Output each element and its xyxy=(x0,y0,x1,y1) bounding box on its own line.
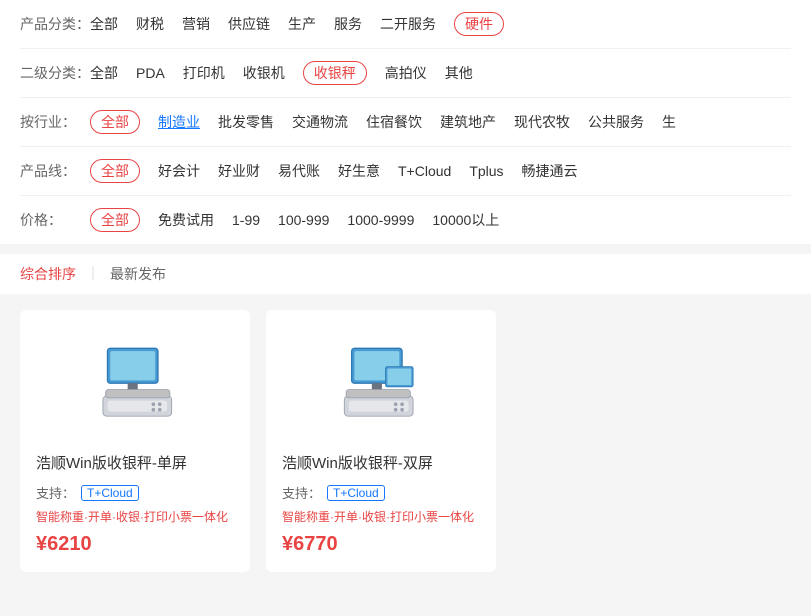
filter-item-xiandainongmu[interactable]: 现代农牧 xyxy=(514,112,570,132)
product-image-1 xyxy=(36,330,234,440)
product-title-1: 浩顺Win版收银秤-单屏 xyxy=(36,452,234,473)
product-support-label-1: 支持： xyxy=(36,483,75,502)
filter-item-sheng[interactable]: 生 xyxy=(662,112,676,132)
filter-label-product-category: 产品分类： xyxy=(20,14,90,34)
sort-item-comprehensive[interactable]: 综合排序 xyxy=(20,264,76,284)
filter-item-sec-quanbu[interactable]: 全部 xyxy=(90,63,118,83)
filter-item-pl-quanbu[interactable]: 全部 xyxy=(90,159,140,183)
product-support-label-2: 支持： xyxy=(282,483,321,502)
product-image-2 xyxy=(282,330,480,440)
filter-label-product-line: 产品线： xyxy=(20,161,90,181)
sort-bar: 综合排序 ｜ 最新发布 xyxy=(0,254,811,294)
filter-items-product-line: 全部 好会计 好业财 易代账 好生意 T+Cloud Tplus 畅捷通云 xyxy=(90,159,578,183)
product-tag-1: T+Cloud xyxy=(81,485,139,501)
filter-row-secondary-category: 二级分类： 全部 PDA 打印机 收银机 收银秤 高拍仪 其他 xyxy=(20,49,791,98)
filter-item-jiaotongwuliu[interactable]: 交通物流 xyxy=(292,112,348,132)
product-card-2[interactable]: 浩顺Win版收银秤-双屏 支持： T+Cloud 智能称重·开单·收银·打印小票… xyxy=(266,310,496,572)
filter-item-yingxiao[interactable]: 营销 xyxy=(182,14,210,34)
filter-item-gaopaiyi[interactable]: 高拍仪 xyxy=(385,63,427,83)
filter-item-zhusucanting[interactable]: 住宿餐饮 xyxy=(366,112,422,132)
filter-item-ind-quanbu[interactable]: 全部 xyxy=(90,110,140,134)
filter-row-industry: 按行业： 全部 制造业 批发零售 交通物流 住宿餐饮 建筑地产 现代农牧 公共服… xyxy=(20,98,791,147)
filter-items-industry: 全部 制造业 批发零售 交通物流 住宿餐饮 建筑地产 现代农牧 公共服务 生 xyxy=(90,110,676,134)
product-support-2: 支持： T+Cloud xyxy=(282,483,480,502)
filter-row-product-line: 产品线： 全部 好会计 好业财 易代账 好生意 T+Cloud Tplus 畅捷… xyxy=(20,147,791,196)
product-desc-2: 智能称重·开单·收银·打印小票一体化 xyxy=(282,508,480,525)
filter-item-fuwu[interactable]: 服务 xyxy=(334,14,362,34)
filter-label-industry: 按行业： xyxy=(20,112,90,132)
filter-item-tcloud[interactable]: T+Cloud xyxy=(398,163,451,179)
filter-item-qita[interactable]: 其他 xyxy=(445,63,473,83)
filter-items-product-category: 全部 财税 营销 供应链 生产 服务 二开服务 硬件 xyxy=(90,12,504,36)
filter-item-price-1-99[interactable]: 1-99 xyxy=(232,212,260,228)
filter-section: 产品分类： 全部 财税 营销 供应链 生产 服务 二开服务 硬件 二级分类： 全… xyxy=(0,0,811,244)
product-support-1: 支持： T+Cloud xyxy=(36,483,234,502)
filter-item-price-100-999[interactable]: 100-999 xyxy=(278,212,329,228)
filter-item-caishui[interactable]: 财税 xyxy=(136,14,164,34)
filter-label-price: 价格： xyxy=(20,210,90,230)
filter-item-tplus[interactable]: Tplus xyxy=(469,163,503,179)
product-price-2: ¥6770 xyxy=(282,533,480,556)
filter-item-dayinji[interactable]: 打印机 xyxy=(183,63,225,83)
filter-item-gongyinglian[interactable]: 供应链 xyxy=(228,14,270,34)
product-title-2: 浩顺Win版收银秤-双屏 xyxy=(282,452,480,473)
filter-item-shoyinji[interactable]: 收银机 xyxy=(243,63,285,83)
filter-item-gonggongfuwu[interactable]: 公共服务 xyxy=(588,112,644,132)
product-card-1[interactable]: 浩顺Win版收银秤-单屏 支持： T+Cloud 智能称重·开单·收银·打印小票… xyxy=(20,310,250,572)
filter-label-secondary-category: 二级分类： xyxy=(20,63,90,83)
filter-item-haoshenyi[interactable]: 好生意 xyxy=(338,161,380,181)
filter-item-changjietongyun[interactable]: 畅捷通云 xyxy=(522,161,578,181)
filter-items-price: 全部 免费试用 1-99 100-999 1000-9999 10000以上 xyxy=(90,208,499,232)
product-desc-1: 智能称重·开单·收银·打印小票一体化 xyxy=(36,508,234,525)
filter-item-shengchan[interactable]: 生产 xyxy=(288,14,316,34)
filter-item-price-quanbu[interactable]: 全部 xyxy=(90,208,140,232)
filter-item-price-free[interactable]: 免费试用 xyxy=(158,210,214,230)
products-grid: 浩顺Win版收银秤-单屏 支持： T+Cloud 智能称重·开单·收银·打印小票… xyxy=(0,294,811,588)
filter-item-quanbu[interactable]: 全部 xyxy=(90,14,118,34)
filter-item-price-1000-9999[interactable]: 1000-9999 xyxy=(347,212,414,228)
filter-items-secondary-category: 全部 PDA 打印机 收银机 收银秤 高拍仪 其他 xyxy=(90,61,473,85)
filter-row-product-category: 产品分类： 全部 财税 营销 供应链 生产 服务 二开服务 硬件 xyxy=(20,0,791,49)
filter-item-shouyincheng[interactable]: 收银秤 xyxy=(303,61,367,85)
product-tag-2: T+Cloud xyxy=(327,485,385,501)
filter-item-price-10000up[interactable]: 10000以上 xyxy=(432,210,499,230)
filter-item-haoyecai[interactable]: 好业财 xyxy=(218,161,260,181)
filter-row-price: 价格： 全部 免费试用 1-99 100-999 1000-9999 10000… xyxy=(20,196,791,244)
filter-item-yingjian[interactable]: 硬件 xyxy=(454,12,504,36)
filter-item-haokuaiji[interactable]: 好会计 xyxy=(158,161,200,181)
filter-item-yidaizhang[interactable]: 易代账 xyxy=(278,161,320,181)
filter-item-pifalingshao[interactable]: 批发零售 xyxy=(218,112,274,132)
filter-item-pda[interactable]: PDA xyxy=(136,65,165,81)
sort-item-latest[interactable]: 最新发布 xyxy=(110,264,166,284)
filter-item-zhizaoye[interactable]: 制造业 xyxy=(158,112,200,132)
filter-item-jianzhudichang[interactable]: 建筑地产 xyxy=(440,112,496,132)
filter-item-erkaifuwu[interactable]: 二开服务 xyxy=(380,14,436,34)
sort-divider: ｜ xyxy=(86,264,100,284)
product-price-1: ¥6210 xyxy=(36,533,234,556)
